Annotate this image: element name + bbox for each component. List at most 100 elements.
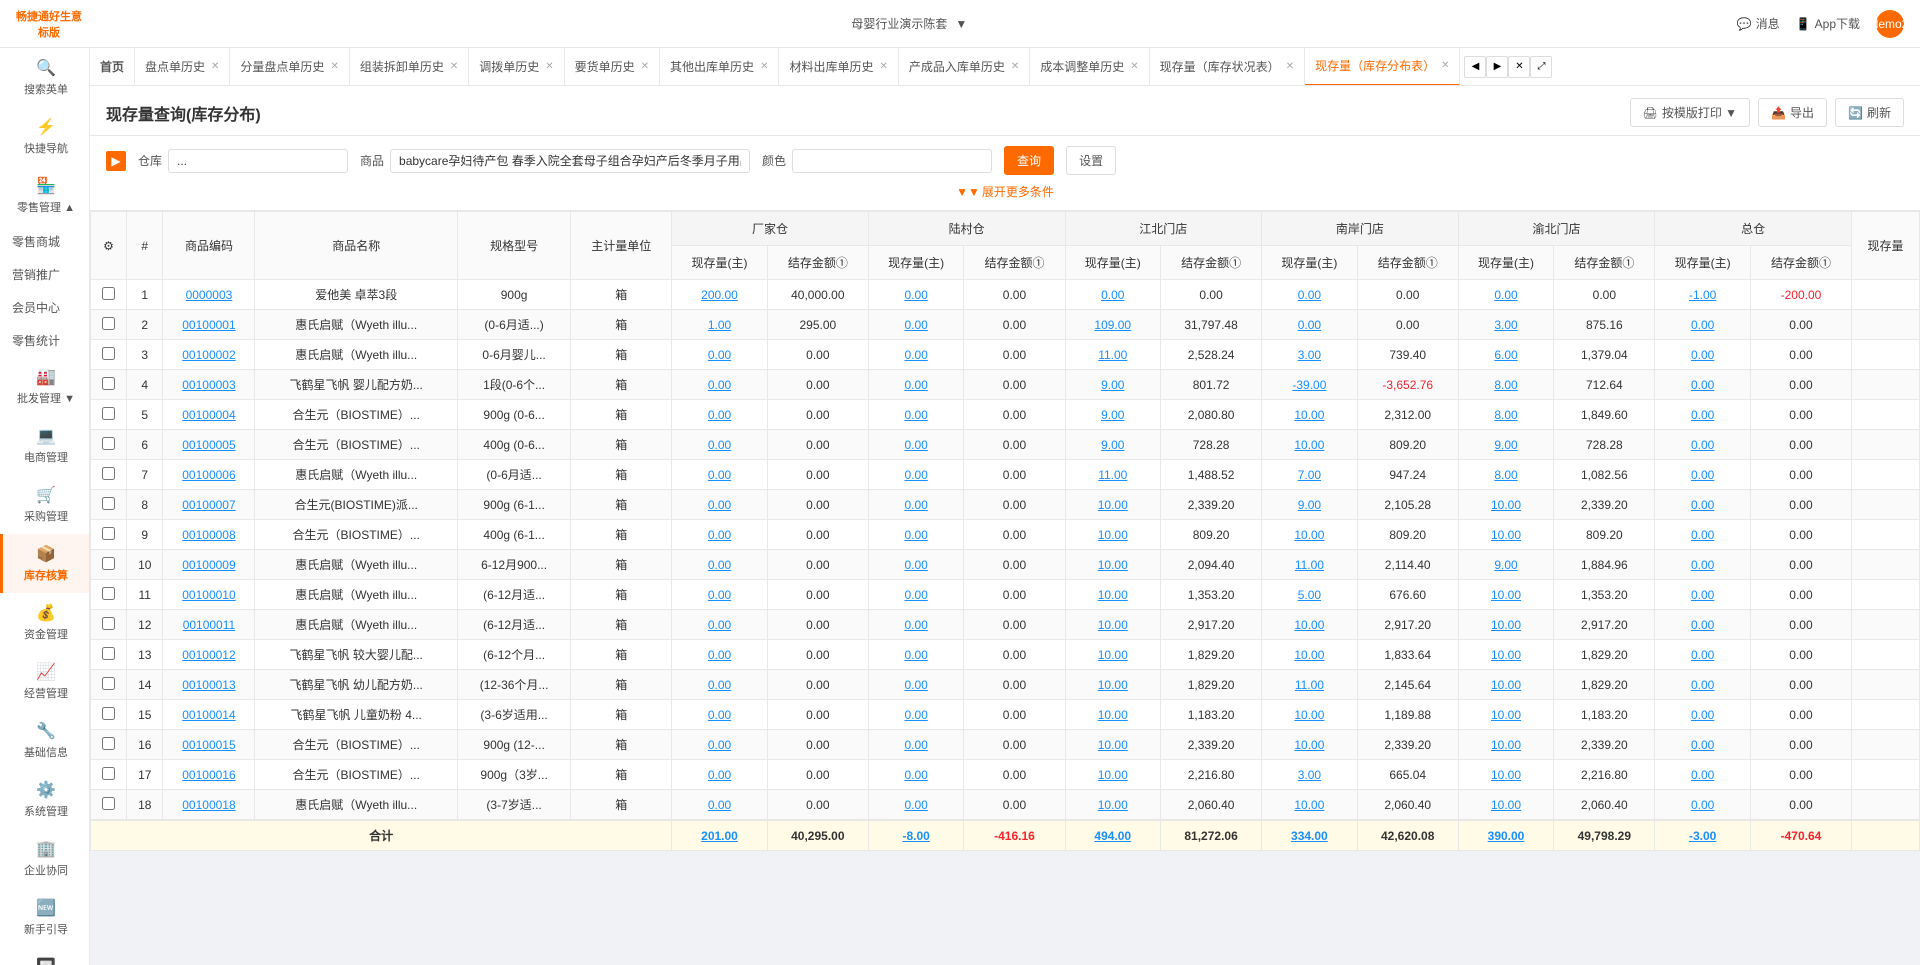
row-code[interactable]: 00100006 [163, 460, 255, 490]
row-code[interactable]: 00100002 [163, 340, 255, 370]
footer-yubei-qty[interactable]: 390.00 [1458, 820, 1554, 851]
row-nanan-qty[interactable]: 10.00 [1262, 520, 1358, 550]
tab-close-all-btn[interactable]: ✕ [1508, 56, 1530, 78]
row-total-qty[interactable]: 0.00 [1655, 580, 1751, 610]
tab-close-icon[interactable]: ✕ [641, 61, 649, 72]
row-select[interactable] [91, 280, 127, 310]
row-total-qty[interactable]: 0.00 [1655, 700, 1751, 730]
row-jiangbei-qty[interactable]: 10.00 [1065, 700, 1161, 730]
row-luan-qty[interactable]: 0.00 [868, 310, 964, 340]
row-yubei-qty[interactable]: 9.00 [1458, 550, 1554, 580]
sidebar-item-basic[interactable]: 🔧 基础信息 [0, 711, 89, 770]
row-total-qty[interactable]: 0.00 [1655, 730, 1751, 760]
tab-close-icon[interactable]: ✕ [760, 61, 768, 72]
row-select[interactable] [91, 340, 127, 370]
row-luan-qty[interactable]: 0.00 [868, 370, 964, 400]
row-factory-qty[interactable]: 0.00 [672, 730, 768, 760]
sidebar-sub-retailshop[interactable]: 零售商城 [0, 225, 89, 258]
tab-close-icon[interactable]: ✕ [211, 61, 219, 72]
row-nanan-qty[interactable]: 3.00 [1262, 340, 1358, 370]
row-total-qty[interactable]: 0.00 [1655, 640, 1751, 670]
row-luan-qty[interactable]: 0.00 [868, 730, 964, 760]
toggle-arrow-btn[interactable]: ▶ [106, 151, 126, 171]
sidebar-item-ops[interactable]: 📈 经营管理 [0, 652, 89, 711]
tab-close-icon[interactable]: ✕ [1441, 60, 1449, 71]
row-total-qty[interactable]: 0.00 [1655, 760, 1751, 790]
row-nanan-qty[interactable]: -39.00 [1262, 370, 1358, 400]
row-select[interactable] [91, 430, 127, 460]
row-luan-qty[interactable]: 0.00 [868, 400, 964, 430]
row-nanan-qty[interactable]: 10.00 [1262, 400, 1358, 430]
row-total-qty[interactable]: 0.00 [1655, 670, 1751, 700]
row-select[interactable] [91, 490, 127, 520]
row-total-qty[interactable]: 0.00 [1655, 400, 1751, 430]
row-code[interactable]: 00100015 [163, 730, 255, 760]
query-btn[interactable]: 查询 [1004, 146, 1054, 175]
row-nanan-qty[interactable]: 10.00 [1262, 730, 1358, 760]
row-luan-qty[interactable]: 0.00 [868, 460, 964, 490]
tab-chengben[interactable]: 成本调整单历史 ✕ [1030, 48, 1149, 86]
row-luan-qty[interactable]: 0.00 [868, 610, 964, 640]
row-select[interactable] [91, 610, 127, 640]
row-code[interactable]: 00100004 [163, 400, 255, 430]
row-jiangbei-qty[interactable]: 9.00 [1065, 430, 1161, 460]
tab-zuzhang[interactable]: 组装拆卸单历史 ✕ [350, 48, 469, 86]
row-total-qty[interactable]: 0.00 [1655, 490, 1751, 520]
row-factory-qty[interactable]: 0.00 [672, 520, 768, 550]
tab-close-icon[interactable]: ✕ [1011, 61, 1019, 72]
row-factory-qty[interactable]: 0.00 [672, 400, 768, 430]
sidebar-item-purchase[interactable]: 🛒 采购管理 [0, 475, 89, 534]
expand-btn[interactable]: ▼▼ 展开更多条件 [956, 183, 1054, 200]
row-select[interactable] [91, 370, 127, 400]
company-dropdown-icon[interactable]: ▼ [955, 17, 967, 31]
row-nanan-qty[interactable]: 10.00 [1262, 610, 1358, 640]
row-total-qty[interactable]: 0.00 [1655, 610, 1751, 640]
row-factory-qty[interactable]: 1.00 [672, 310, 768, 340]
sidebar-item-ecommerce[interactable]: 💻 电商管理 [0, 416, 89, 475]
row-code[interactable]: 00100013 [163, 670, 255, 700]
row-luan-qty[interactable]: 0.00 [868, 490, 964, 520]
tab-close-icon[interactable]: ✕ [1130, 61, 1138, 72]
row-nanan-qty[interactable]: 10.00 [1262, 430, 1358, 460]
row-nanan-qty[interactable]: 10.00 [1262, 640, 1358, 670]
sidebar-item-wholesale[interactable]: 🏭 批发管理 ▼ [0, 357, 89, 416]
row-nanan-qty[interactable]: 7.00 [1262, 460, 1358, 490]
row-factory-qty[interactable]: 0.00 [672, 430, 768, 460]
row-code[interactable]: 00100016 [163, 760, 255, 790]
row-total-qty[interactable]: 0.00 [1655, 550, 1751, 580]
row-factory-qty[interactable]: 0.00 [672, 790, 768, 821]
refresh-btn[interactable]: 🔄 刷新 [1835, 98, 1904, 127]
tab-home[interactable]: 首页 [90, 48, 135, 86]
tab-next-btn[interactable]: ▶ [1486, 56, 1508, 78]
row-code[interactable]: 00100008 [163, 520, 255, 550]
row-yubei-qty[interactable]: 10.00 [1458, 730, 1554, 760]
row-factory-qty[interactable]: 0.00 [672, 610, 768, 640]
row-nanan-qty[interactable]: 9.00 [1262, 490, 1358, 520]
sidebar-sub-retailstat[interactable]: 零售统计 [0, 324, 89, 357]
row-jiangbei-qty[interactable]: 9.00 [1065, 370, 1161, 400]
row-yubei-qty[interactable]: 8.00 [1458, 400, 1554, 430]
row-code[interactable]: 00100001 [163, 310, 255, 340]
row-jiangbei-qty[interactable]: 10.00 [1065, 520, 1161, 550]
row-jiangbei-qty[interactable]: 109.00 [1065, 310, 1161, 340]
row-nanan-qty[interactable]: 11.00 [1262, 550, 1358, 580]
row-select[interactable] [91, 310, 127, 340]
row-luan-qty[interactable]: 0.00 [868, 520, 964, 550]
row-yubei-qty[interactable]: 10.00 [1458, 610, 1554, 640]
row-luan-qty[interactable]: 0.00 [868, 760, 964, 790]
tab-diaob[interactable]: 调拨单历史 ✕ [469, 48, 564, 86]
row-code[interactable]: 00100007 [163, 490, 255, 520]
row-jiangbei-qty[interactable]: 10.00 [1065, 760, 1161, 790]
tab-close-icon[interactable]: ✕ [1286, 61, 1294, 72]
row-total-qty[interactable]: 0.00 [1655, 460, 1751, 490]
row-jiangbei-qty[interactable]: 0.00 [1065, 280, 1161, 310]
tab-qitatachuku[interactable]: 其他出库单历史 ✕ [660, 48, 779, 86]
row-jiangbei-qty[interactable]: 11.00 [1065, 460, 1161, 490]
row-total-qty[interactable]: 0.00 [1655, 310, 1751, 340]
row-factory-qty[interactable]: 0.00 [672, 700, 768, 730]
row-select[interactable] [91, 670, 127, 700]
row-jiangbei-qty[interactable]: 10.00 [1065, 550, 1161, 580]
row-code[interactable]: 00100012 [163, 640, 255, 670]
row-select[interactable] [91, 550, 127, 580]
sidebar-item-search[interactable]: 🔍 搜索英单 [0, 48, 89, 107]
